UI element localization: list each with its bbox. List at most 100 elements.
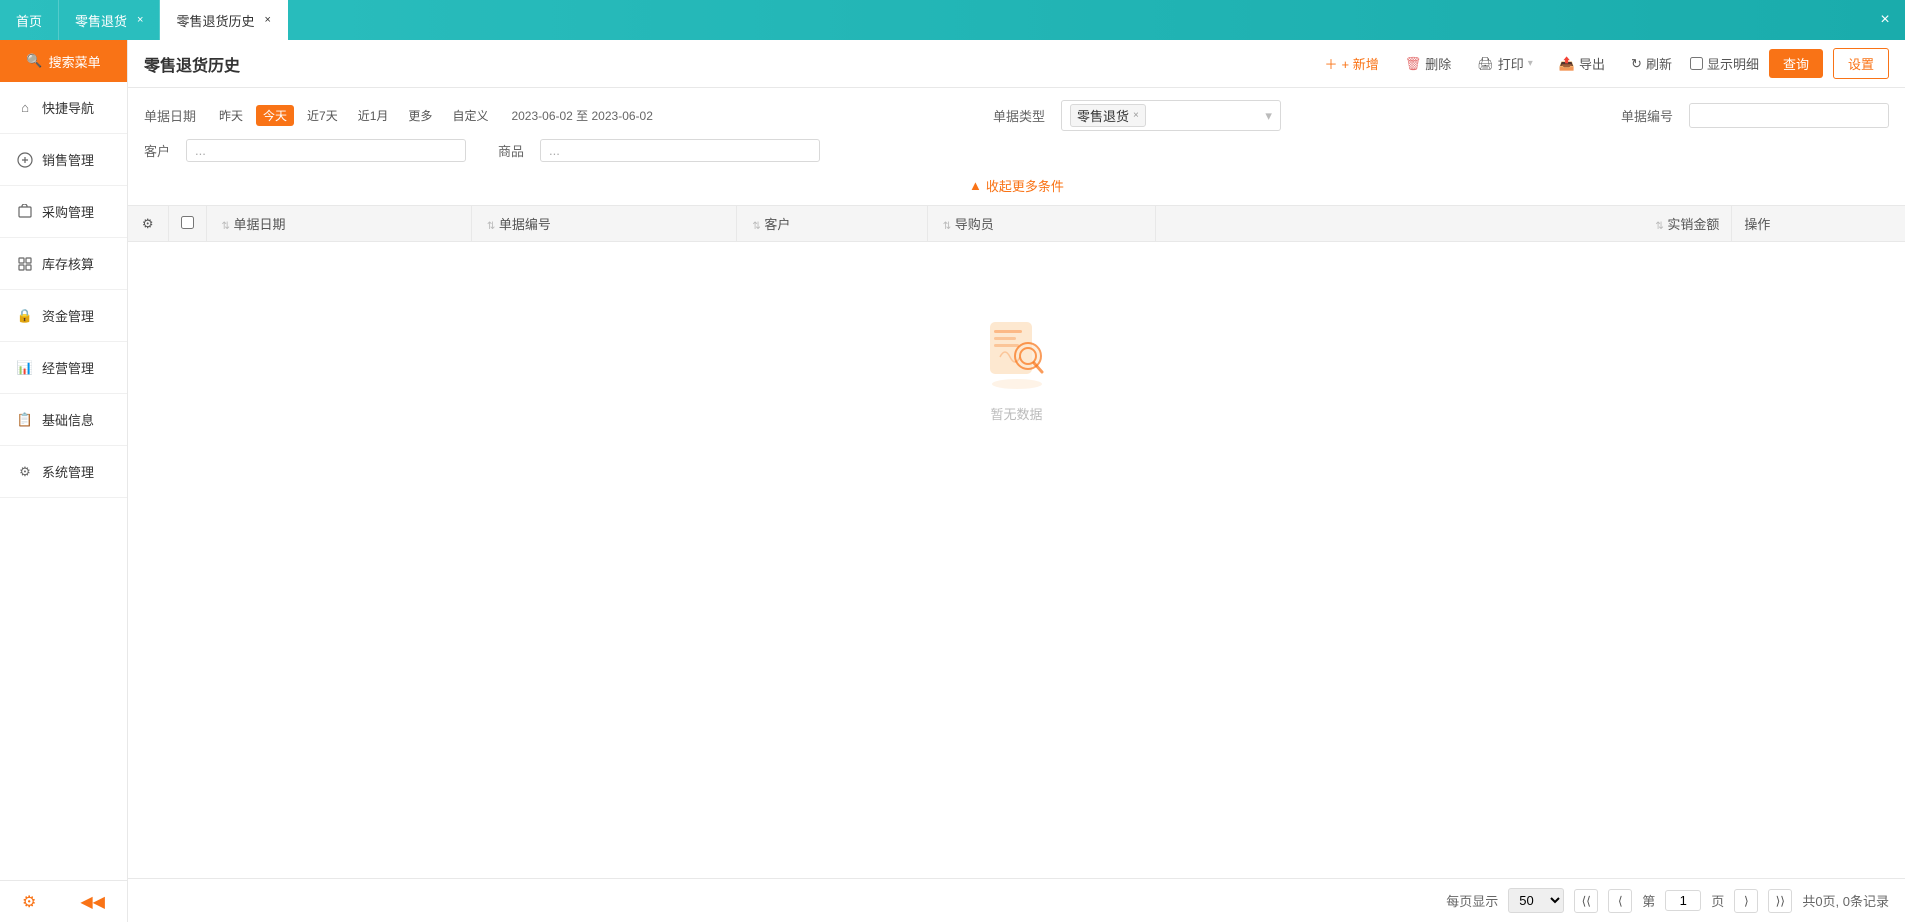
per-page-label: 每页显示 [1446, 891, 1498, 910]
empty-state-cell: 暂无数据 [128, 242, 1905, 484]
number-filter-input[interactable] [1689, 103, 1889, 128]
refresh-button[interactable]: ↻ 刷新 [1623, 50, 1680, 77]
goods-ellipsis: ... [549, 143, 560, 158]
th-guide-label: 导购员 [955, 217, 994, 232]
customer-filter-input[interactable]: ... [186, 139, 466, 162]
tab-home[interactable]: 首页 [0, 0, 59, 40]
sidebar-item-operation-label: 经营管理 [42, 358, 94, 377]
per-page-select[interactable]: 20 50 100 [1508, 888, 1564, 913]
sidebar-item-operation[interactable]: 📊 经营管理 [0, 342, 127, 394]
search-icon: 🔍 [26, 53, 42, 69]
th-guide-sort-icon[interactable]: ⇅ [943, 221, 951, 232]
collapse-button[interactable]: ▲ 收起更多条件 [961, 174, 1072, 197]
table-body: 暂无数据 [128, 242, 1905, 484]
plus-icon: ＋ [1325, 54, 1338, 73]
purchase-icon [16, 203, 34, 221]
sidebar-item-system[interactable]: ⚙ 系统管理 [0, 446, 127, 498]
collapse-row: ▲ 收起更多条件 [144, 170, 1889, 197]
date-btn-7days[interactable]: 近7天 [300, 105, 345, 126]
window-close-button[interactable]: × [1865, 0, 1905, 40]
date-btn-today[interactable]: 今天 [256, 105, 294, 126]
delete-icon: 🗑 [1405, 56, 1422, 72]
sidebar-item-home[interactable]: ⌂ 快捷导航 [0, 82, 127, 134]
tab-home-label: 首页 [16, 11, 42, 30]
filter-area: 单据日期 昨天 今天 近7天 近1月 更多 自定义 2023-06-02 至 2… [128, 88, 1905, 206]
inventory-icon [16, 255, 34, 273]
last-page-button[interactable]: ⟩⟩ [1768, 889, 1792, 913]
type-tag-close[interactable]: × [1133, 110, 1139, 121]
filter-row-2: 客户 ... 商品 ... [144, 139, 1889, 162]
date-btn-more[interactable]: 更多 [401, 105, 439, 126]
filter-row-1: 单据日期 昨天 今天 近7天 近1月 更多 自定义 2023-06-02 至 2… [144, 100, 1889, 131]
new-button[interactable]: ＋ + 新增 [1317, 50, 1387, 77]
page-actions: ＋ + 新增 🗑 删除 🖨 打印 ▾ 📤 导出 ↻ [1317, 48, 1890, 79]
settings-panel-label: 设置 [1848, 54, 1874, 73]
tab-retail-return-close[interactable]: × [137, 14, 143, 26]
main-layout: 🔍 搜索菜单 ⌂ 快捷导航 销售管理 采购管理 [0, 40, 1905, 922]
date-btn-1month[interactable]: 近1月 [351, 105, 396, 126]
th-customer: ⇅ 客户 [737, 206, 927, 242]
sidebar-item-sales[interactable]: 销售管理 [0, 134, 127, 186]
tab-retail-return-history-close[interactable]: × [264, 14, 270, 26]
th-date-sort-icon[interactable]: ⇅ [222, 221, 230, 232]
type-filter-label: 单据类型 [993, 106, 1045, 125]
sidebar-search-button[interactable]: 🔍 搜索菜单 [0, 40, 127, 82]
operation-icon: 📊 [16, 359, 34, 377]
sidebar-item-finance[interactable]: 🔒 资金管理 [0, 290, 127, 342]
sidebar-item-sales-label: 销售管理 [42, 150, 94, 169]
th-amount: ⇅ 实销金额 [1155, 206, 1732, 242]
page-title: 零售退货历史 [144, 52, 240, 76]
tab-retail-return-history[interactable]: 零售退货历史 × [160, 0, 287, 40]
empty-state: 暂无数据 [128, 242, 1905, 483]
prev-page-button[interactable]: ⟨ [1608, 889, 1632, 913]
th-amount-sort-icon[interactable]: ⇅ [1655, 221, 1663, 232]
sidebar: 🔍 搜索菜单 ⌂ 快捷导航 销售管理 采购管理 [0, 40, 128, 922]
volume-button[interactable]: ◀◀ [80, 892, 105, 912]
th-number-sort-icon[interactable]: ⇅ [487, 221, 495, 232]
page-input-label: 第 [1642, 891, 1655, 910]
total-info: 共0页, 0条记录 [1802, 891, 1889, 910]
th-checkbox[interactable] [168, 206, 206, 242]
type-dropdown-arrow-icon[interactable]: ▾ [1265, 108, 1272, 124]
date-btn-custom[interactable]: 自定义 [445, 105, 495, 126]
tab-retail-return-history-label: 零售退货历史 [176, 11, 254, 30]
export-icon: 📤 [1559, 56, 1575, 72]
print-button[interactable]: 🖨 打印 ▾ [1469, 50, 1541, 77]
sidebar-item-info[interactable]: 📋 基础信息 [0, 394, 127, 446]
query-button[interactable]: 查询 [1769, 49, 1823, 78]
home-icon: ⌂ [16, 99, 34, 117]
show-detail-checkbox[interactable] [1690, 57, 1703, 70]
settings-panel-button[interactable]: 设置 [1833, 48, 1889, 79]
delete-button[interactable]: 🗑 删除 [1397, 50, 1460, 77]
table-header-row: ⚙ ⇅ 单据日期 ⇅ 单据编号 [128, 206, 1905, 242]
th-amount-label: 实销金额 [1667, 217, 1719, 232]
sidebar-item-purchase[interactable]: 采购管理 [0, 186, 127, 238]
print-arrow-icon: ▾ [1528, 58, 1533, 69]
date-filter-buttons: 昨天 今天 近7天 近1月 更多 自定义 [212, 105, 495, 126]
tab-retail-return[interactable]: 零售退货 × [59, 0, 160, 40]
date-btn-yesterday[interactable]: 昨天 [212, 105, 250, 126]
th-setting[interactable]: ⚙ [128, 206, 168, 242]
select-all-checkbox[interactable] [181, 216, 194, 229]
date-range-display: 2023-06-02 至 2023-06-02 [511, 107, 652, 124]
collapse-arrow-icon: ▲ [969, 178, 982, 193]
goods-filter-input[interactable]: ... [540, 139, 820, 162]
type-filter-input[interactable]: 零售退货 × ▾ [1061, 100, 1281, 131]
sidebar-item-inventory[interactable]: 库存核算 [0, 238, 127, 290]
type-tag: 零售退货 × [1070, 104, 1146, 127]
th-customer-sort-icon[interactable]: ⇅ [752, 221, 760, 232]
print-label: 打印 [1498, 54, 1524, 73]
tab-retail-return-label: 零售退货 [75, 11, 127, 30]
show-detail-checkbox-wrap[interactable]: 显示明细 [1690, 54, 1759, 73]
first-page-button[interactable]: ⟨⟨ [1574, 889, 1598, 913]
export-label: 导出 [1579, 54, 1605, 73]
th-number-label: 单据编号 [499, 217, 551, 232]
export-button[interactable]: 📤 导出 [1551, 50, 1613, 77]
sales-icon [16, 151, 34, 169]
th-date: ⇅ 单据日期 [206, 206, 471, 242]
sidebar-item-home-label: 快捷导航 [42, 98, 94, 117]
settings-button[interactable]: ⚙ [22, 892, 36, 912]
next-page-button[interactable]: ⟩ [1734, 889, 1758, 913]
page-number-input[interactable] [1665, 890, 1701, 911]
column-setting-icon[interactable]: ⚙ [142, 216, 154, 231]
